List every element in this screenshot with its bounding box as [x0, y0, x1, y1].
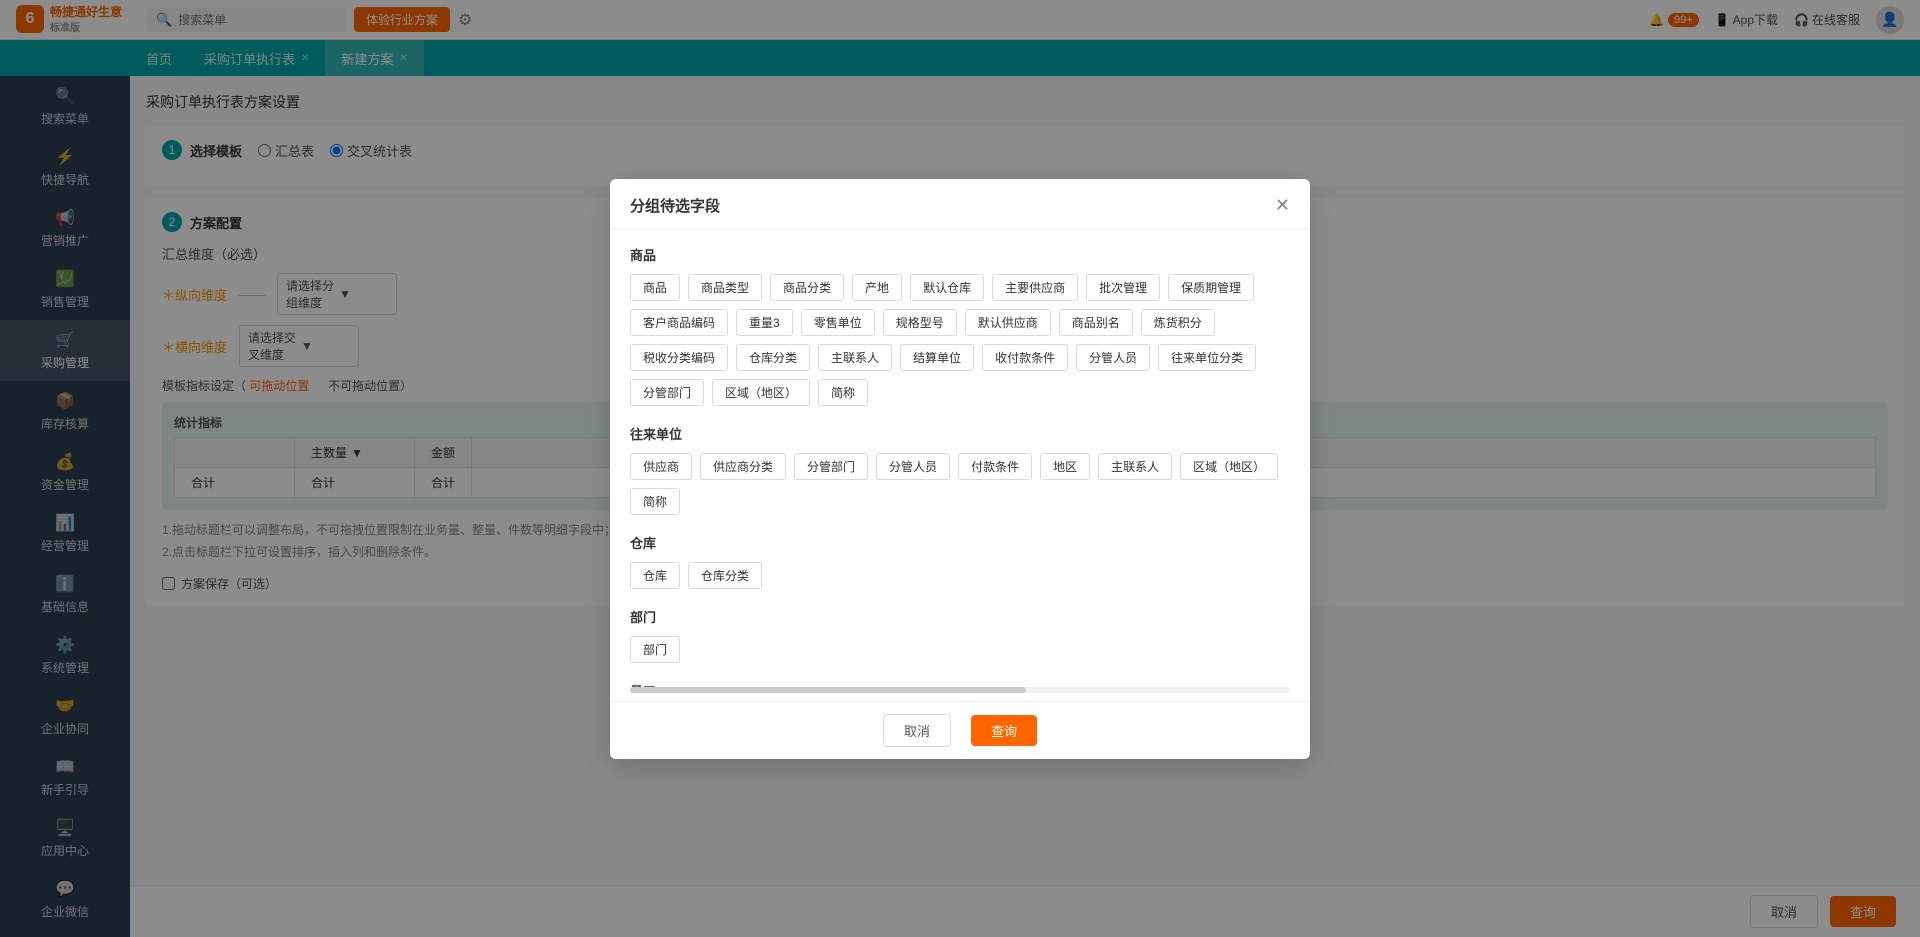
modal-overlay: 分组待选字段 ✕ 商品 商品 商品类型 商品分类 产地 默认仓库 主要供应商 批… — [0, 0, 1920, 937]
field-group-warehouse: 仓库 仓库 仓库分类 — [630, 533, 1290, 589]
modal-footer: 取消 查询 — [610, 701, 1310, 759]
modal-body: 商品 商品 商品类型 商品分类 产地 默认仓库 主要供应商 批次管理 保质期管理… — [610, 229, 1310, 688]
field-tag-product-cat[interactable]: 商品分类 — [770, 274, 844, 301]
field-tag-retail-unit[interactable]: 零售单位 — [801, 309, 875, 336]
field-tag-partner-cat[interactable]: 往来单位分类 — [1158, 344, 1256, 371]
field-tag-spec-model[interactable]: 规格型号 — [883, 309, 957, 336]
field-tag-main-supplier[interactable]: 主要供应商 — [992, 274, 1078, 301]
modal-scrollbar-h[interactable] — [630, 687, 1290, 692]
field-tag-supplier[interactable]: 供应商 — [630, 453, 692, 480]
field-tag-partner-region[interactable]: 区域（地区） — [1180, 453, 1278, 480]
dept-tags: 部门 — [630, 636, 1290, 663]
modal-scrollbar-h-thumb — [630, 687, 1026, 692]
field-tag-dept[interactable]: 部门 — [630, 636, 680, 663]
modal-close-btn[interactable]: ✕ — [1275, 195, 1290, 216]
modal-title: 分组待选字段 — [630, 195, 720, 216]
field-tag-warehouse[interactable]: 仓库 — [630, 562, 680, 589]
partner-tags: 供应商 供应商分类 分管部门 分管人员 付款条件 地区 主联系人 区域（地区） … — [630, 453, 1290, 515]
field-tag-refine-points[interactable]: 炼货积分 — [1141, 309, 1215, 336]
field-tag-partner-abbr[interactable]: 简称 — [630, 488, 680, 515]
field-tag-dept-mgmt[interactable]: 分管部门 — [630, 379, 704, 406]
field-tag-payment-terms[interactable]: 收付款条件 — [982, 344, 1068, 371]
field-tag-partner-dept[interactable]: 分管部门 — [794, 453, 868, 480]
field-tag-supervising-mgr[interactable]: 分管人员 — [1076, 344, 1150, 371]
field-tag-product-alias[interactable]: 商品别名 — [1059, 309, 1133, 336]
product-tags: 商品 商品类型 商品分类 产地 默认仓库 主要供应商 批次管理 保质期管理 客户… — [630, 274, 1290, 406]
field-tag-area[interactable]: 地区 — [1040, 453, 1090, 480]
field-group-partner: 往来单位 供应商 供应商分类 分管部门 分管人员 付款条件 地区 主联系人 区域… — [630, 424, 1290, 515]
field-tag-main-contact[interactable]: 主联系人 — [818, 344, 892, 371]
field-tag-partner-person[interactable]: 分管人员 — [876, 453, 950, 480]
field-tag-short-name[interactable]: 简称 — [818, 379, 868, 406]
field-tag-product-type[interactable]: 商品类型 — [688, 274, 762, 301]
field-tag-supplier-cat[interactable]: 供应商分类 — [700, 453, 786, 480]
modal-header: 分组待选字段 ✕ — [610, 179, 1310, 229]
field-tag-batch-mgmt[interactable]: 批次管理 — [1086, 274, 1160, 301]
field-tag-product[interactable]: 商品 — [630, 274, 680, 301]
field-tag-default-supplier[interactable]: 默认供应商 — [965, 309, 1051, 336]
field-tag-expiry-mgmt[interactable]: 保质期管理 — [1168, 274, 1254, 301]
field-group-partner-title: 往来单位 — [630, 424, 1290, 443]
field-group-dept: 部门 部门 — [630, 607, 1290, 663]
field-tag-pay-terms[interactable]: 付款条件 — [958, 453, 1032, 480]
field-tag-customer-code[interactable]: 客户商品编码 — [630, 309, 728, 336]
field-tag-default-warehouse[interactable]: 默认仓库 — [910, 274, 984, 301]
field-tag-warehouse-cat[interactable]: 仓库分类 — [736, 344, 810, 371]
modal-cancel-btn[interactable]: 取消 — [883, 714, 951, 747]
field-group-employee-title: 员工 — [630, 681, 1290, 688]
field-group-product-title: 商品 — [630, 245, 1290, 264]
field-select-modal: 分组待选字段 ✕ 商品 商品 商品类型 商品分类 产地 默认仓库 主要供应商 批… — [610, 179, 1310, 759]
field-tag-tax-code[interactable]: 税收分类编码 — [630, 344, 728, 371]
modal-confirm-btn[interactable]: 查询 — [971, 715, 1037, 746]
field-tag-region[interactable]: 区域（地区） — [712, 379, 810, 406]
field-tag-weight3[interactable]: 重量3 — [736, 309, 793, 336]
field-tag-origin[interactable]: 产地 — [852, 274, 902, 301]
field-tag-settlement-unit[interactable]: 结算单位 — [900, 344, 974, 371]
warehouse-tags: 仓库 仓库分类 — [630, 562, 1290, 589]
field-group-product: 商品 商品 商品类型 商品分类 产地 默认仓库 主要供应商 批次管理 保质期管理… — [630, 245, 1290, 406]
field-tag-warehouse-cat2[interactable]: 仓库分类 — [688, 562, 762, 589]
field-group-dept-title: 部门 — [630, 607, 1290, 626]
field-tag-contact[interactable]: 主联系人 — [1098, 453, 1172, 480]
field-group-employee: 员工 业务员 — [630, 681, 1290, 688]
field-group-warehouse-title: 仓库 — [630, 533, 1290, 552]
